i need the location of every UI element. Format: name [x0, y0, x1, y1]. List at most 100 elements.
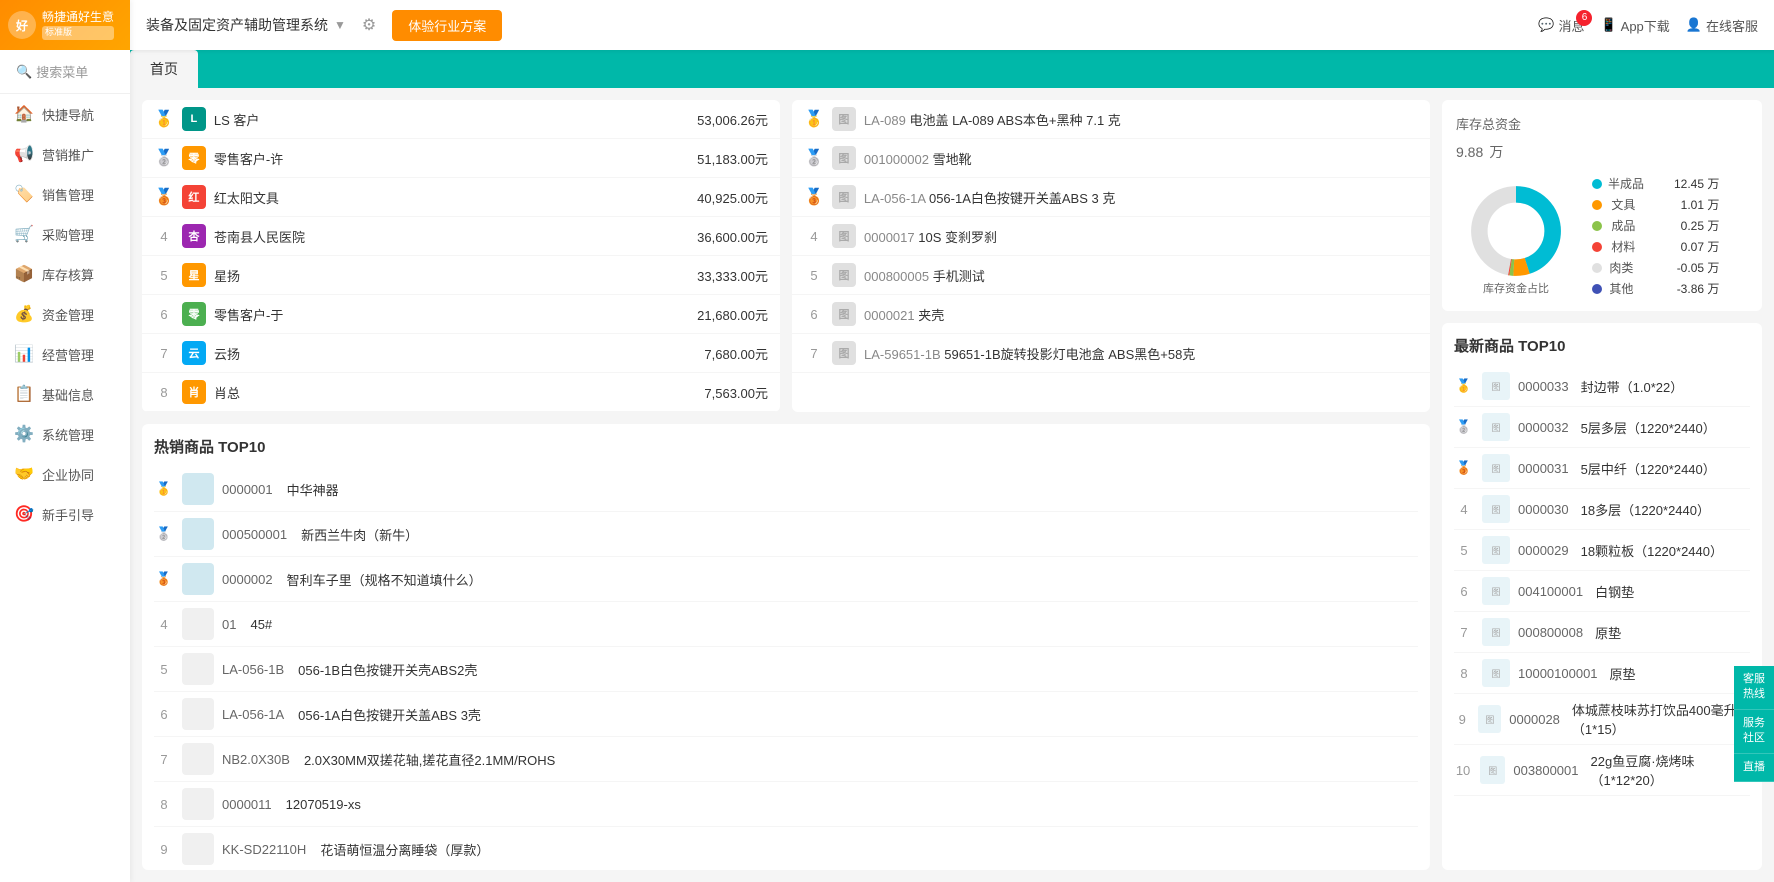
rank-number: 5	[1454, 543, 1474, 558]
table-row: 🥇 L LS 客户 53,006.26元	[142, 100, 780, 139]
message-button[interactable]: 💬 消息 6	[1538, 16, 1584, 35]
content: 🥇 L LS 客户 53,006.26元🥈 零 零售客户-许 51,183.00…	[130, 88, 1774, 882]
legend-item: 材料 0.07 万	[1592, 238, 1719, 255]
product-code: 0000001	[222, 482, 273, 497]
product-name: 中华神器	[287, 480, 339, 499]
product-thumbnail	[182, 743, 214, 775]
sidebar-item-基础信息[interactable]: 📋基础信息	[0, 374, 130, 414]
legend-color	[1592, 284, 1602, 294]
sidebar: 好 畅捷通好生意 标准版 🔍 搜索菜单 🏠快捷导航📢营销推广🏷️销售管理🛒采购管…	[0, 0, 130, 882]
table-row: 4 图 0000017 10S 变刹罗刹	[792, 217, 1430, 256]
product-code: 0000028	[1509, 712, 1560, 727]
hot-products-list: 🥇 0000001 中华神器🥈 000500001 新西兰牛肉（新牛）🥉 000…	[154, 467, 1418, 870]
legend-color	[1592, 179, 1602, 189]
rank-number: 7	[1454, 625, 1474, 640]
sidebar-item-系统管理[interactable]: ⚙️系统管理	[0, 414, 130, 454]
sidebar-item-经营管理[interactable]: 📊经营管理	[0, 334, 130, 374]
product-code: NB2.0X30B	[222, 752, 290, 767]
customer-value: 7,680.00元	[704, 344, 768, 363]
trial-button[interactable]: 体验行业方案	[392, 10, 502, 41]
product-code: 0000032	[1518, 420, 1569, 435]
avatar: 杏	[182, 224, 206, 248]
list-item: 8 0000011 12070519-xs	[154, 782, 1418, 827]
product-code: 0000033	[1518, 379, 1569, 394]
customer-name: 星扬	[214, 266, 689, 285]
product-name: 白钢垫	[1595, 582, 1634, 601]
rank-number: 5	[154, 662, 174, 677]
sidebar-search[interactable]: 🔍 搜索菜单	[0, 50, 130, 94]
sidebar-item-销售管理[interactable]: 🏷️销售管理	[0, 174, 130, 214]
avatar: L	[182, 107, 206, 131]
chevron-down-icon: ▼	[334, 18, 346, 32]
page-tabs: 首页	[130, 50, 1774, 88]
legend-item: 肉类 -0.05 万	[1592, 259, 1719, 276]
sidebar-item-库存核算[interactable]: 📦库存核算	[0, 254, 130, 294]
customer-value: 21,680.00元	[697, 305, 768, 324]
product-code: LA-056-1A	[222, 707, 284, 722]
product-thumb: 图	[832, 185, 856, 209]
sidebar-item-资金管理[interactable]: 💰资金管理	[0, 294, 130, 334]
table-row: 4 杏 苍南县人民医院 36,600.00元	[142, 217, 780, 256]
sidebar-item-新手引导[interactable]: 🎯新手引导	[0, 494, 130, 534]
rank-number: 4	[154, 229, 174, 244]
product-code: 0000002	[222, 572, 273, 587]
rank-number: 9	[154, 842, 174, 857]
float-button-服务社区[interactable]: 服务社区	[1734, 710, 1774, 754]
legend-label: 其他	[1609, 280, 1669, 297]
list-item: 🥉 图 0000031 5层中纤（1220*2440）	[1454, 448, 1750, 489]
product-thumb: 图	[832, 224, 856, 248]
product-code: 000800008	[1518, 625, 1583, 640]
nav-icon: 🤝	[14, 464, 34, 484]
product-name: 45#	[250, 617, 272, 632]
medal-icon: 🥉	[154, 571, 174, 587]
system-name[interactable]: 装备及固定资产辅助管理系统 ▼	[146, 15, 346, 35]
customer-value: 33,333.00元	[697, 266, 768, 285]
list-item: 5 图 0000029 18颗粒板（1220*2440）	[1454, 530, 1750, 571]
table-row: 7 图 LA-59651-1B 59651-1B旋转投影灯电池盒 ABS黑色+5…	[792, 334, 1430, 373]
list-item: 6 LA-056-1A 056-1A白色按键开关盖ABS 3壳	[154, 692, 1418, 737]
inventory-legend: 半成品 12.45 万 文具 1.01 万 成品 0.25 万 材料 0.07 …	[1592, 175, 1719, 297]
sidebar-item-采购管理[interactable]: 🛒采购管理	[0, 214, 130, 254]
online-service-button[interactable]: 👤 在线客服	[1686, 16, 1758, 35]
product-thumbnail	[182, 833, 214, 865]
nav-label: 新手引导	[42, 505, 94, 524]
gear-icon[interactable]: ⚙	[358, 11, 380, 39]
customer-name: 零售客户-于	[214, 305, 689, 324]
nav-icon: 🏠	[14, 104, 34, 124]
new-products-title: 最新商品 TOP10	[1454, 335, 1750, 356]
app-download-button[interactable]: 📱 App下载	[1600, 16, 1669, 35]
rank-number: 9	[1454, 712, 1470, 727]
nav-icon: 🏷️	[14, 184, 34, 204]
product-thumbnail: 图	[1480, 756, 1505, 784]
sidebar-item-企业协同[interactable]: 🤝企业协同	[0, 454, 130, 494]
avatar: 云	[182, 341, 206, 365]
inventory-title: 库存总资金	[1456, 114, 1748, 133]
product-name: 原垫	[1595, 623, 1621, 642]
float-button-直播[interactable]: 直播	[1734, 754, 1774, 782]
product-code: 0000029	[1518, 543, 1569, 558]
nav-label: 采购管理	[42, 225, 94, 244]
nav-label: 库存核算	[42, 265, 94, 284]
float-button-客服热线[interactable]: 客服热线	[1734, 666, 1774, 710]
list-item: 8 图 10000100001 原垫	[1454, 653, 1750, 694]
tab-home[interactable]: 首页	[130, 50, 198, 88]
medal-icon: 🥈	[1454, 419, 1474, 435]
list-item: 7 图 000800008 原垫	[1454, 612, 1750, 653]
avatar: 零	[182, 146, 206, 170]
list-item: 🥉 0000002 智利车子里（规格不知道填什么）	[154, 557, 1418, 602]
product-thumbnail: 图	[1482, 577, 1510, 605]
product-code: LA-056-1B	[222, 662, 284, 677]
product-info: LA-056-1A 056-1A白色按键开关盖ABS 3 克	[864, 188, 1418, 207]
product-thumbnail	[182, 698, 214, 730]
list-item: 5 LA-056-1B 056-1B白色按键开关壳ABS2壳	[154, 647, 1418, 692]
product-thumbnail: 图	[1482, 618, 1510, 646]
sidebar-item-快捷导航[interactable]: 🏠快捷导航	[0, 94, 130, 134]
legend-value: 0.07 万	[1681, 238, 1720, 255]
product-name: 原垫	[1610, 664, 1636, 683]
nav-label: 系统管理	[42, 425, 94, 444]
table-row: 6 图 0000021 夹壳	[792, 295, 1430, 334]
sidebar-item-营销推广[interactable]: 📢营销推广	[0, 134, 130, 174]
rank-number: 10	[1454, 763, 1472, 778]
message-icon: 💬	[1538, 17, 1554, 33]
product-thumbnail: 图	[1482, 413, 1510, 441]
